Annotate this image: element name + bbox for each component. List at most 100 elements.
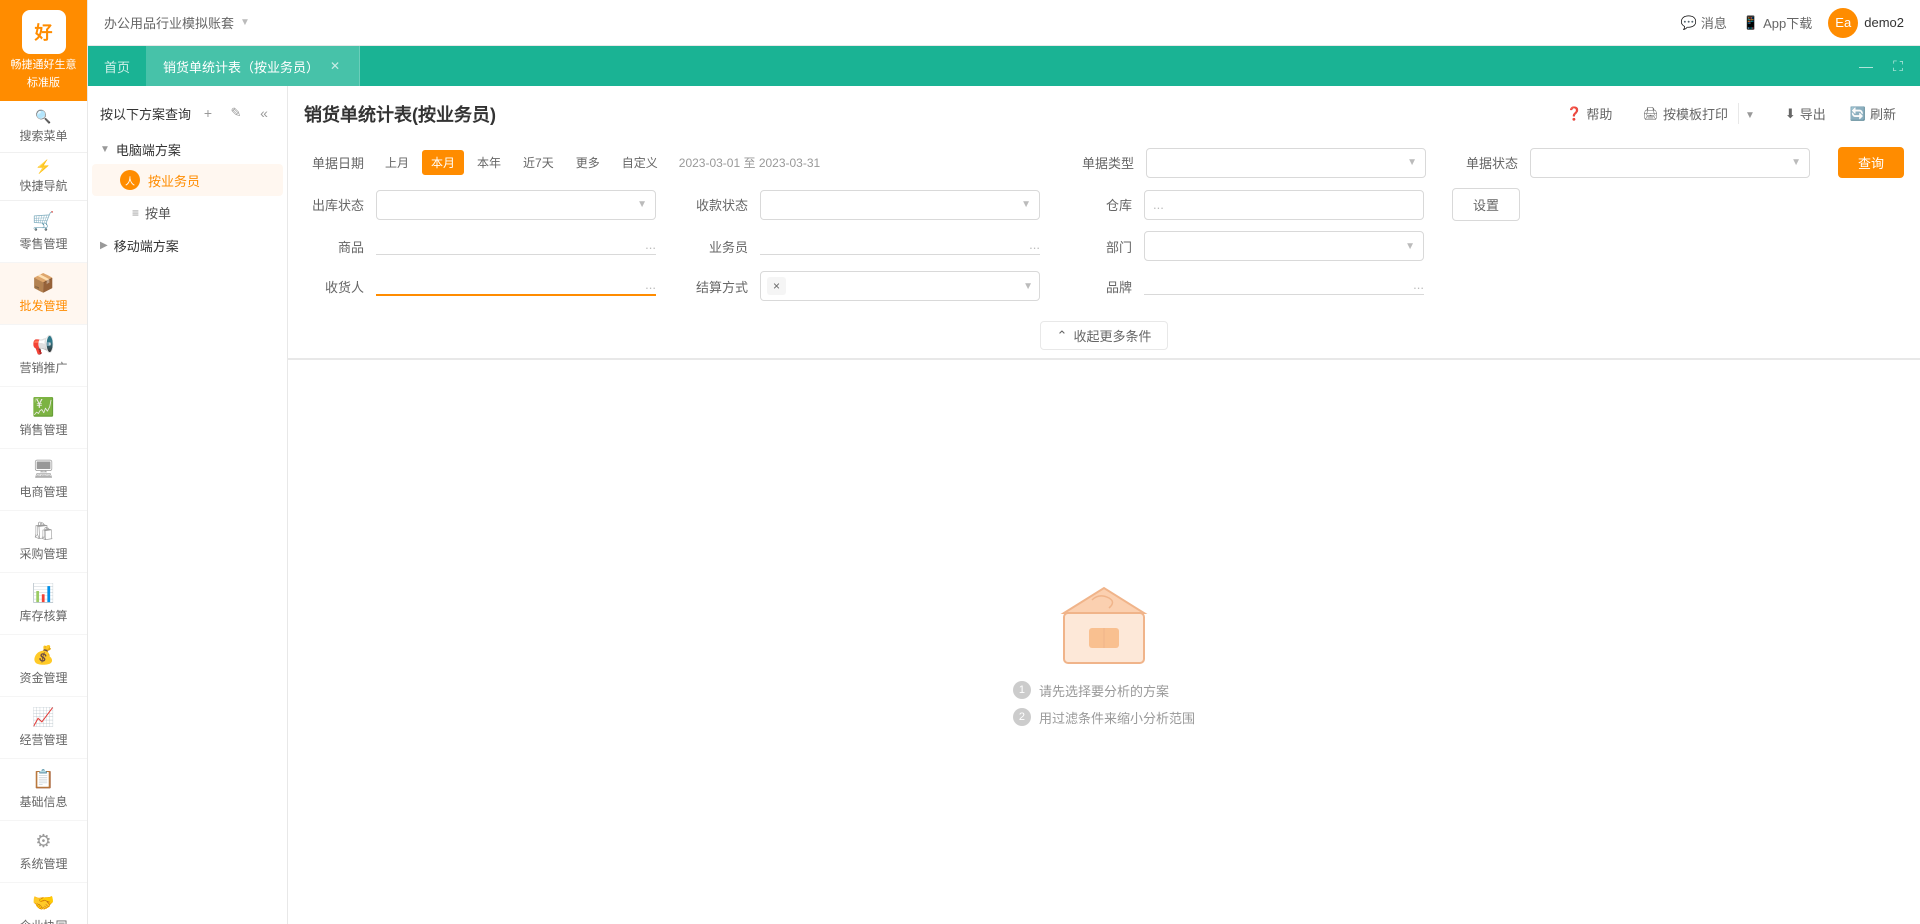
sidebar-item-zero-retail[interactable]: 🛒 零售管理: [0, 201, 87, 263]
sidebar-item-marketing[interactable]: 📢 营销推广: [0, 325, 87, 387]
ecommerce-icon: 🖥: [32, 459, 55, 480]
date-more[interactable]: 更多: [567, 150, 609, 175]
logo-subtitle: 标准版: [27, 76, 60, 90]
doc-status-select[interactable]: ▼: [1530, 148, 1810, 178]
sidebar-item-operation[interactable]: 📈 经营管理: [0, 697, 87, 759]
refresh-button[interactable]: 🔄 刷新: [1842, 101, 1904, 126]
goods-input[interactable]: [376, 237, 645, 252]
search-icon: 🔍: [35, 109, 51, 125]
scheme-item-by-salesman[interactable]: 人 按业务员: [92, 164, 283, 196]
filter-row-4: 收货人 ... 结算方式 ×: [304, 271, 1904, 313]
minimize-button[interactable]: —: [1852, 52, 1880, 80]
export-button[interactable]: ⬇ 导出: [1777, 101, 1834, 126]
logo-icon: 好: [22, 10, 66, 54]
salesman-control: ...: [760, 237, 1040, 255]
tab-bar: 首页 销货单统计表（按业务员） ✕ — ⛶: [88, 46, 1920, 86]
user-menu[interactable]: Ea demo2: [1828, 8, 1904, 38]
brand-dots-icon[interactable]: ...: [1413, 277, 1424, 292]
filter-row-3: 商品 ... 业务员 ...: [304, 231, 1904, 261]
sidebar-search[interactable]: 🔍 搜索菜单: [0, 101, 87, 153]
date-label: 单据日期: [304, 153, 364, 172]
desktop-expand-icon: ▼: [100, 144, 110, 155]
sidebar-item-ecommerce[interactable]: 🖥 电商管理: [0, 449, 87, 511]
sidebar-item-finance[interactable]: 💰 资金管理: [0, 635, 87, 697]
help-icon: ❓: [1566, 106, 1582, 122]
settlement-caret-icon: ▼: [1023, 281, 1033, 292]
date-last-month[interactable]: 上月: [376, 150, 418, 175]
export-label: 导出: [1800, 104, 1826, 123]
mobile-scheme-group[interactable]: ▶ 移动端方案: [88, 232, 287, 259]
doc-status-caret-icon: ▼: [1791, 157, 1801, 168]
print-button[interactable]: 🖨 按模板打印: [1636, 101, 1734, 126]
empty-hint-1: 1 请先选择要分析的方案: [1013, 681, 1195, 700]
delivery-status-select[interactable]: ▼: [376, 190, 656, 220]
collapse-button[interactable]: ⌃ 收起更多条件: [1040, 321, 1169, 350]
sidebar-item-inventory[interactable]: 📊 库存核算: [0, 573, 87, 635]
system-icon: ⚙: [35, 831, 51, 852]
page-title-actions: ❓ 帮助 🖨 按模板打印 ▼ ⬇ 导出: [1558, 98, 1904, 129]
sidebar-item-sales[interactable]: 💹 销售管理: [0, 387, 87, 449]
sidebar-item-basic[interactable]: 📋 基础信息: [0, 759, 87, 821]
payment-caret-icon: ▼: [1021, 199, 1031, 210]
tab-home[interactable]: 首页: [88, 46, 147, 86]
tab-sales-stat[interactable]: 销货单统计表（按业务员） ✕: [147, 46, 360, 86]
tab-close-icon[interactable]: ✕: [327, 58, 343, 74]
zero-retail-label: 零售管理: [19, 235, 67, 252]
brand-input[interactable]: [1144, 277, 1413, 292]
payment-status-select[interactable]: ▼: [760, 190, 1040, 220]
filter-row-1: 单据日期 上月 本月 本年 近7天 更多 自定义 2023-03-01 至 20…: [304, 147, 1904, 178]
consignee-input[interactable]: [376, 277, 645, 292]
query-button[interactable]: 查询: [1838, 147, 1904, 178]
order-sub-icon: ≡: [132, 206, 139, 220]
help-button[interactable]: ❓ 帮助: [1558, 101, 1620, 126]
sidebar-item-system[interactable]: ⚙ 系统管理: [0, 821, 87, 883]
scheme-title-text: 按以下方案查询: [100, 104, 191, 123]
edit-scheme-button[interactable]: ✎: [225, 102, 247, 124]
dept-select[interactable]: ▼: [1144, 231, 1424, 261]
edit-icon: ✎: [231, 105, 242, 121]
enterprise-label: 企业协同: [19, 917, 67, 924]
settings-button[interactable]: 设置: [1452, 188, 1520, 221]
doc-type-control: ▼: [1146, 148, 1426, 178]
topbar-actions: 💬 消息 📱 App下载 Ea demo2: [1681, 8, 1904, 38]
desktop-scheme-group[interactable]: ▼ 电脑端方案: [88, 136, 287, 163]
consignee-dots-icon[interactable]: ...: [645, 277, 656, 292]
date-this-month[interactable]: 本月: [422, 150, 464, 175]
inventory-label: 库存核算: [19, 607, 67, 624]
sidebar: 好 畅捷通好生意 标准版 🔍 搜索菜单 ⚡ 快捷导航 🛒 零售管理 📦 批发管理…: [0, 0, 88, 924]
tab-home-label: 首页: [104, 57, 130, 76]
warehouse-select[interactable]: ...: [1144, 190, 1424, 220]
scheme-sub-item-by-order[interactable]: ≡ 按单: [92, 197, 283, 228]
avatar: Ea: [1828, 8, 1858, 38]
add-scheme-button[interactable]: +: [197, 102, 219, 124]
date-group: 上月 本月 本年 近7天 更多 自定义 2023-03-01 至 2023-03…: [376, 150, 820, 175]
print-dropdown-button[interactable]: ▼: [1738, 103, 1761, 124]
help-label: 帮助: [1586, 104, 1612, 123]
salesman-dots-icon[interactable]: ...: [1029, 237, 1040, 252]
hint-text-2: 用过滤条件来缩小分析范围: [1039, 708, 1195, 727]
date-last7[interactable]: 近7天: [514, 150, 563, 175]
salesman-input[interactable]: [760, 237, 1029, 252]
date-this-year[interactable]: 本年: [468, 150, 510, 175]
sidebar-item-enterprise[interactable]: 🤝 企业协同: [0, 883, 87, 924]
settlement-tag-close[interactable]: ×: [773, 279, 780, 293]
maximize-button[interactable]: ⛶: [1884, 52, 1912, 80]
doc-type-caret-icon: ▼: [1407, 157, 1417, 168]
messages-button[interactable]: 💬 消息: [1681, 13, 1727, 32]
window-controls: — ⛶: [1852, 52, 1920, 80]
sidebar-item-purchase[interactable]: 🛍 采购管理: [0, 511, 87, 573]
goods-dots-icon[interactable]: ...: [645, 237, 656, 252]
sidebar-quick-nav[interactable]: ⚡ 快捷导航: [0, 153, 87, 201]
hint-text-1: 请先选择要分析的方案: [1039, 681, 1169, 700]
collapse-panel-button[interactable]: «: [253, 102, 275, 124]
breadcrumb-dropdown[interactable]: ▼: [240, 17, 250, 28]
app-download-button[interactable]: 📱 App下载: [1743, 13, 1812, 32]
doc-status-control: ▼: [1530, 148, 1810, 178]
export-icon: ⬇: [1785, 106, 1796, 122]
sidebar-item-wholesale[interactable]: 📦 批发管理: [0, 263, 87, 325]
basic-icon: 📋: [32, 769, 54, 790]
warehouse-label: 仓库: [1072, 195, 1132, 214]
order-sub-label: 按单: [145, 203, 171, 222]
date-custom[interactable]: 自定义: [613, 150, 667, 175]
doc-type-select[interactable]: ▼: [1146, 148, 1426, 178]
